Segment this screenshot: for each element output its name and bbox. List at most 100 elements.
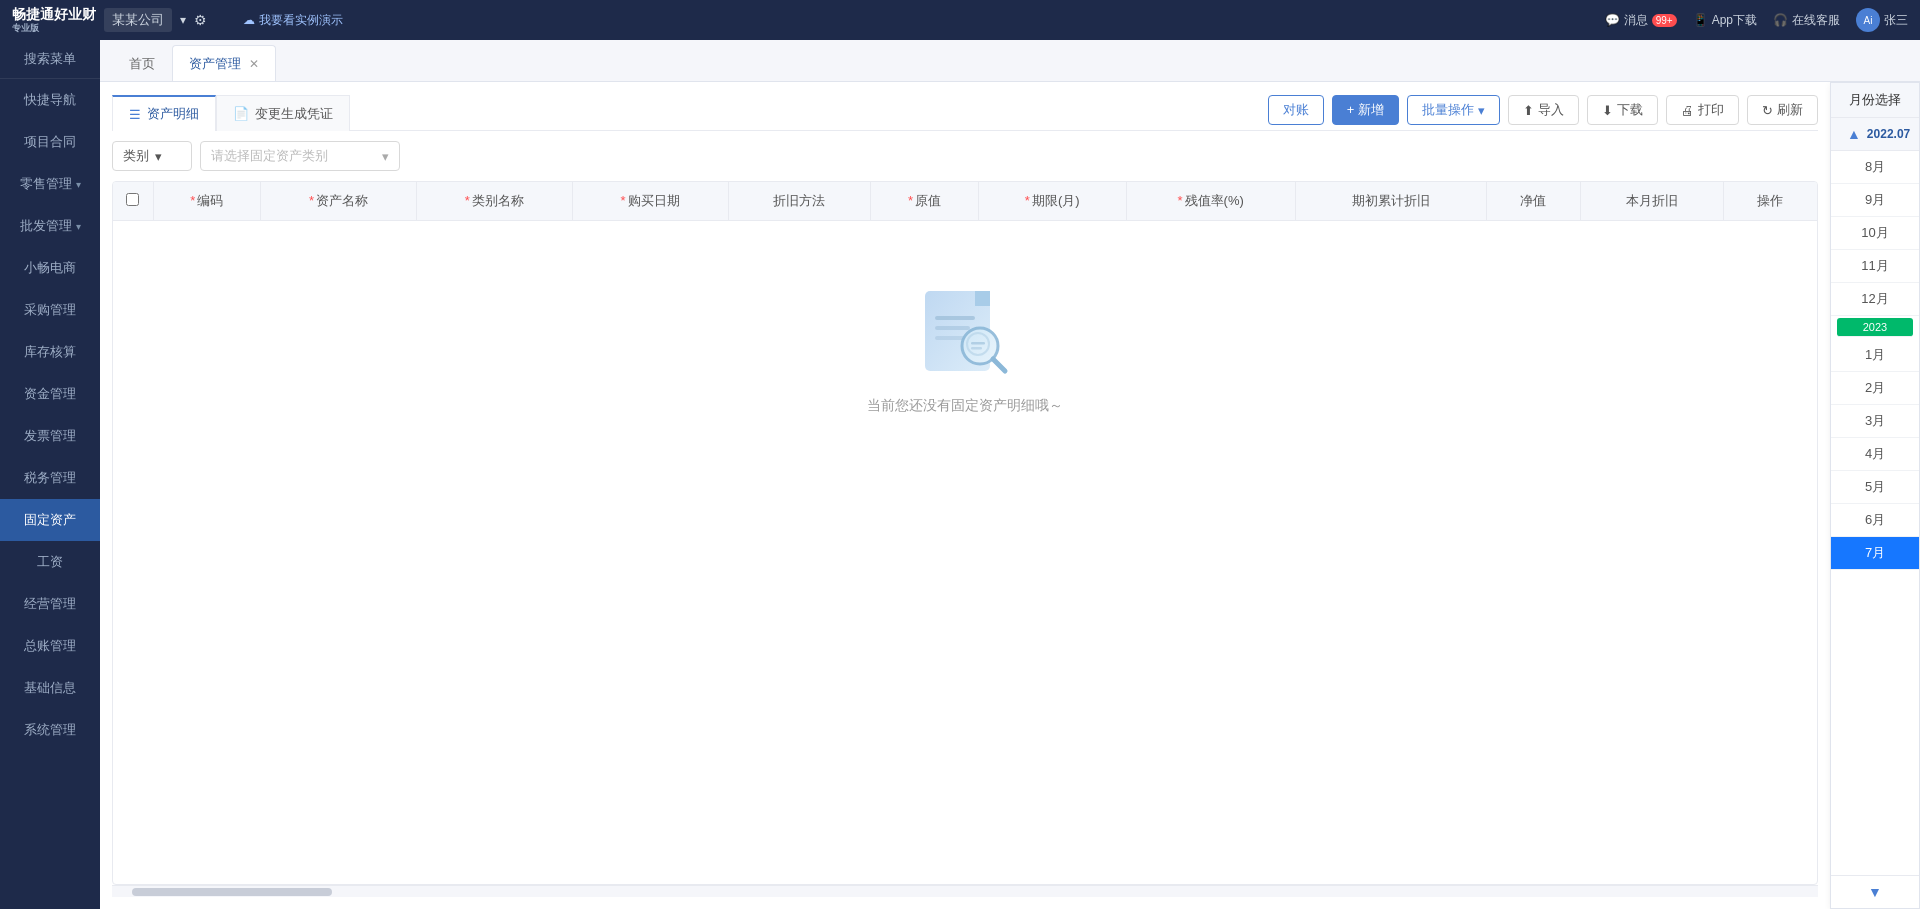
sidebar-item-purchase[interactable]: 采购管理: [0, 289, 100, 331]
month-item-4[interactable]: 4月: [1831, 438, 1919, 471]
horizontal-scrollbar[interactable]: [112, 885, 1818, 897]
download-icon: ⬇: [1602, 103, 1613, 118]
page-content: ☰ 资产明细 📄 变更生成凭证 对账 + 新增 批量操作 ▾: [100, 82, 1830, 909]
service-icon: 🎧: [1773, 13, 1788, 27]
table-header-row: *编码 *资产名称 *类别名称 *购买日期 折旧方法 *原值 *期限(月) *残…: [113, 182, 1817, 221]
sub-tab-change-voucher[interactable]: 📄 变更生成凭证: [216, 95, 350, 131]
reconcile-button[interactable]: 对账: [1268, 95, 1324, 125]
input-dropdown-icon: ▾: [382, 149, 389, 164]
sub-tab-asset-detail[interactable]: ☰ 资产明细: [112, 95, 216, 131]
month-item-2[interactable]: 2月: [1831, 372, 1919, 405]
month-list: 8月 9月 10月 11月 12月 2023 1月 2月 3月 4月 5月 6月…: [1831, 151, 1919, 875]
top-bar: 畅捷通好业财 专业版 某某公司 ▾ ⚙ ☁ 我要看实例演示 💬 消息 99+ 📱…: [0, 0, 1920, 40]
sidebar-item-inventory[interactable]: 库存核算: [0, 331, 100, 373]
tab-home[interactable]: 首页: [112, 45, 172, 81]
tab-close-icon[interactable]: ✕: [249, 57, 259, 71]
print-icon: 🖨: [1681, 103, 1694, 118]
th-accumulated-depreciation: 期初累计折旧: [1295, 182, 1486, 221]
sidebar-item-fund[interactable]: 资金管理: [0, 373, 100, 415]
sidebar-item-search[interactable]: 搜索菜单: [0, 40, 100, 79]
year-badge-2023: 2023: [1837, 318, 1913, 337]
demo-link[interactable]: ☁ 我要看实例演示: [243, 12, 343, 29]
company-name[interactable]: 某某公司: [104, 8, 172, 32]
refresh-button[interactable]: ↻ 刷新: [1747, 95, 1818, 125]
chevron-down-icon: ▾: [76, 221, 81, 232]
th-period: *期限(月): [978, 182, 1126, 221]
sidebar-item-salary[interactable]: 工资: [0, 541, 100, 583]
empty-state-row: 当前您还没有固定资产明细哦～: [113, 221, 1817, 476]
refresh-icon: ↻: [1762, 103, 1773, 118]
checkbox-input[interactable]: [126, 193, 139, 206]
month-item-11[interactable]: 11月: [1831, 250, 1919, 283]
svg-rect-4: [935, 336, 965, 340]
sub-tabs: ☰ 资产明细 📄 变更生成凭证 对账 + 新增 批量操作 ▾: [112, 94, 1818, 131]
sidebar-item-quick-nav[interactable]: 快捷导航: [0, 79, 100, 121]
month-prev-btn[interactable]: ▲: [1841, 124, 1867, 144]
content-area: 首页 资产管理 ✕ ☰ 资产明细 📄 变: [100, 40, 1920, 909]
th-depreciation-method: 折旧方法: [728, 182, 871, 221]
message-badge: 99+: [1652, 14, 1677, 27]
month-picker-header: 月份选择: [1831, 83, 1919, 118]
main-layout: 搜索菜单 快捷导航 项目合同 零售管理 ▾ 批发管理 ▾ 小畅电商 采购管理 库…: [0, 40, 1920, 909]
sidebar-item-system[interactable]: 系统管理: [0, 709, 100, 751]
month-item-8[interactable]: 8月: [1831, 151, 1919, 184]
sidebar-item-asset[interactable]: 固定资产: [0, 499, 100, 541]
th-purchase-date: *购买日期: [572, 182, 728, 221]
month-item-6[interactable]: 6月: [1831, 504, 1919, 537]
batch-ops-button[interactable]: 批量操作 ▾: [1407, 95, 1500, 125]
select-all-checkbox[interactable]: [113, 182, 153, 221]
category-select[interactable]: 类别 ▾: [112, 141, 192, 171]
app-download-button[interactable]: 📱 App下载: [1693, 12, 1757, 29]
sidebar-item-ledger[interactable]: 总账管理: [0, 625, 100, 667]
top-bar-left: 畅捷通好业财 专业版 某某公司 ▾ ⚙ ☁ 我要看实例演示: [12, 6, 343, 34]
user-avatar: Ai: [1856, 8, 1880, 32]
current-year-display: 2022.07: [1867, 127, 1910, 141]
add-button[interactable]: + 新增: [1332, 95, 1399, 125]
company-dropdown-icon[interactable]: ▾: [180, 13, 186, 27]
download-button[interactable]: ⬇ 下载: [1587, 95, 1658, 125]
app-download-icon: 📱: [1693, 13, 1708, 27]
month-item-5[interactable]: 5月: [1831, 471, 1919, 504]
th-net-value: 净值: [1486, 182, 1581, 221]
tab-asset-management[interactable]: 资产管理 ✕: [172, 45, 276, 81]
top-bar-right: 💬 消息 99+ 📱 App下载 🎧 在线客服 Ai 张三: [1605, 8, 1908, 32]
import-button[interactable]: ⬆ 导入: [1508, 95, 1579, 125]
month-item-3[interactable]: 3月: [1831, 405, 1919, 438]
inner-content: ☰ 资产明细 📄 变更生成凭证 对账 + 新增 批量操作 ▾: [100, 82, 1920, 909]
user-menu[interactable]: Ai 张三: [1856, 8, 1908, 32]
month-next-btn[interactable]: ▼: [1862, 882, 1888, 902]
filter-row: 类别 ▾ 请选择固定资产类别 ▾: [112, 141, 1818, 171]
sidebar: 搜索菜单 快捷导航 项目合同 零售管理 ▾ 批发管理 ▾ 小畅电商 采购管理 库…: [0, 40, 100, 909]
online-service-button[interactable]: 🎧 在线客服: [1773, 12, 1840, 29]
th-asset-name: *资产名称: [261, 182, 417, 221]
th-code: *编码: [153, 182, 261, 221]
sidebar-item-retail[interactable]: 零售管理 ▾: [0, 163, 100, 205]
svg-rect-8: [971, 342, 985, 345]
sidebar-item-wholesale[interactable]: 批发管理 ▾: [0, 205, 100, 247]
th-operation: 操作: [1723, 182, 1817, 221]
month-item-10[interactable]: 10月: [1831, 217, 1919, 250]
th-original-value: *原值: [871, 182, 979, 221]
svg-rect-1: [975, 291, 990, 306]
print-button[interactable]: 🖨 打印: [1666, 95, 1739, 125]
month-item-7-selected[interactable]: 7月: [1831, 537, 1919, 570]
sidebar-item-invoice[interactable]: 发票管理: [0, 415, 100, 457]
th-category-name: *类别名称: [416, 182, 572, 221]
svg-rect-9: [971, 347, 982, 350]
empty-illustration: [905, 281, 1025, 381]
month-item-9[interactable]: 9月: [1831, 184, 1919, 217]
category-input[interactable]: 请选择固定资产类别 ▾: [200, 141, 400, 171]
month-item-12[interactable]: 12月: [1831, 283, 1919, 316]
month-item-1[interactable]: 1月: [1831, 339, 1919, 372]
svg-rect-2: [935, 316, 975, 320]
gear-icon[interactable]: ⚙: [194, 12, 207, 28]
sidebar-item-base[interactable]: 基础信息: [0, 667, 100, 709]
sidebar-item-ecommerce[interactable]: 小畅电商: [0, 247, 100, 289]
sidebar-item-operations[interactable]: 经营管理: [0, 583, 100, 625]
scroll-thumb[interactable]: [132, 888, 332, 896]
sidebar-item-tax[interactable]: 税务管理: [0, 457, 100, 499]
message-button[interactable]: 💬 消息 99+: [1605, 12, 1677, 29]
month-picker-panel: 月份选择 ▲ 2022.07 8月 9月 10月 11月 12月 2023 1月…: [1830, 82, 1920, 909]
empty-state: 当前您还没有固定资产明细哦～: [113, 221, 1817, 475]
sidebar-item-project-contract[interactable]: 项目合同: [0, 121, 100, 163]
